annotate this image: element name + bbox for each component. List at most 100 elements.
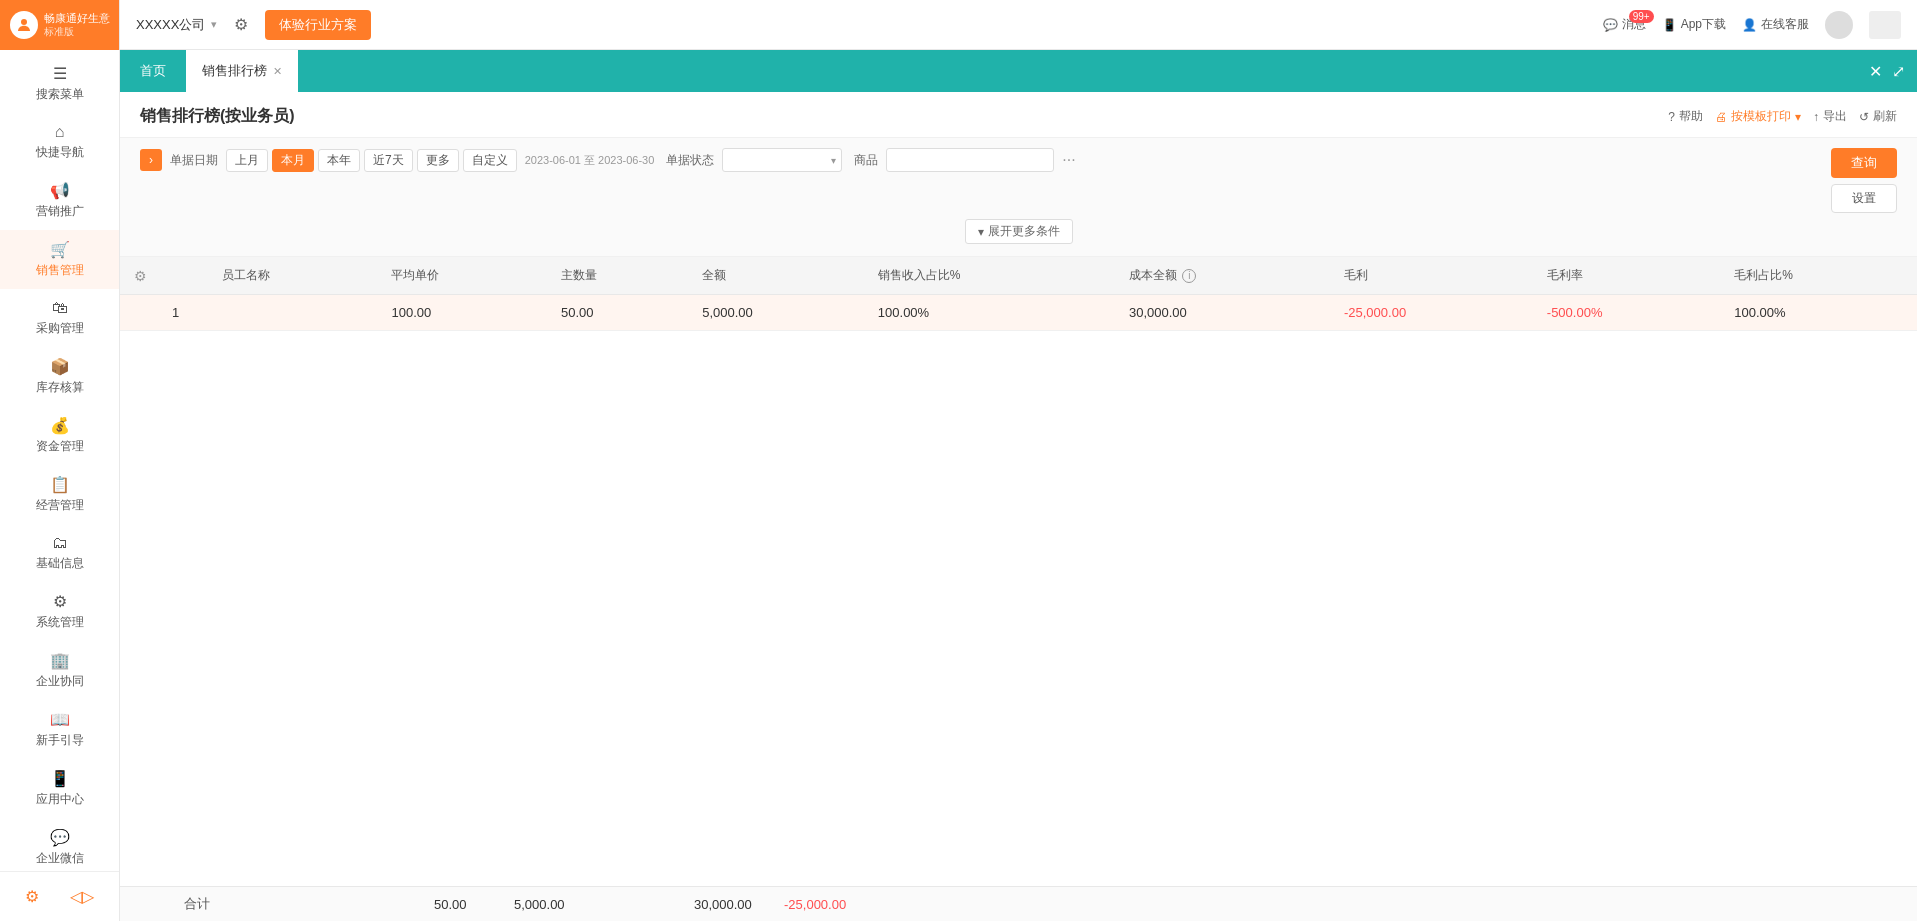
date-range-display: 2023-06-01 至 2023-06-30 — [525, 153, 655, 168]
sidebar-item-finance[interactable]: 💰 资金管理 — [0, 406, 119, 465]
marketing-icon: 📢 — [50, 181, 70, 200]
sidebar-item-enterprise[interactable]: 🏢 企业协同 — [0, 641, 119, 700]
maximize-icon[interactable]: ⤢ — [1892, 62, 1905, 81]
logo-name: 畅康通好生意 — [44, 11, 110, 25]
topbar-right: 💬 消息 99+ 📱 App下载 👤 在线客服 — [1603, 11, 1901, 39]
row-rank-cell: 1 — [160, 295, 210, 331]
sidebar-logo: 畅康通好生意 标准版 — [0, 0, 119, 50]
help-label: 帮助 — [1679, 108, 1703, 125]
purchase-icon: 🛍 — [52, 299, 68, 317]
operations-icon: 📋 — [50, 475, 70, 494]
sidebar-item-app-center[interactable]: 📱 应用中心 — [0, 759, 119, 818]
refresh-label: 刷新 — [1873, 108, 1897, 125]
online-support-label: 在线客服 — [1761, 16, 1809, 33]
sidebar-item-sales[interactable]: 🛒 销售管理 — [0, 230, 119, 289]
download-icon: 📱 — [1662, 18, 1677, 32]
col-avg-price: 平均单价 — [379, 257, 548, 295]
page-header: 销售排行榜(按业务员) ? 帮助 🖨 按模板打印 ▾ ↑ 导出 ↺ 刷新 — [120, 92, 1917, 138]
filter-expand-row: ▾ 展开更多条件 — [140, 213, 1897, 246]
app-center-icon: 📱 — [50, 769, 70, 788]
expand-more-btn[interactable]: ▾ 展开更多条件 — [965, 219, 1073, 244]
sidebar-label-basic: 基础信息 — [36, 555, 84, 572]
settings-button[interactable]: 设置 — [1831, 184, 1897, 213]
sidebar-item-inventory[interactable]: 📦 库存核算 — [0, 347, 119, 406]
table-footer: 合计 50.00 5,000.00 30,000.00 -25,000.00 — [120, 886, 1917, 921]
help-btn[interactable]: ? 帮助 — [1668, 108, 1703, 125]
cost-info-icon[interactable]: i — [1182, 269, 1196, 283]
tab-sales-ranking-label: 销售排行榜 — [202, 62, 267, 80]
sidebar-item-quick-nav[interactable]: ⌂ 快捷导航 — [0, 113, 119, 171]
sidebar-label-search: 搜索菜单 — [36, 86, 84, 103]
row-cost-cell: 30,000.00 — [1117, 295, 1332, 331]
collapse-icon[interactable]: ◁▷ — [70, 887, 94, 906]
sidebar-item-wechat[interactable]: 💬 企业微信 — [0, 818, 119, 871]
tab-close-icon[interactable]: ✕ — [273, 65, 282, 78]
date-btn-more[interactable]: 更多 — [417, 149, 459, 172]
home-icon: ⌂ — [55, 123, 65, 141]
row-amount-cell: 5,000.00 — [690, 295, 866, 331]
footer-amount-cell: 5,000.00 — [502, 897, 592, 912]
tab-home[interactable]: 首页 — [120, 50, 186, 92]
export-icon: ↑ — [1813, 110, 1819, 124]
message-icon: 💬 — [1603, 18, 1618, 32]
company-selector[interactable]: XXXXX公司 ▾ — [136, 16, 217, 34]
table-area: ⚙ 员工名称 平均单价 主数量 全额 — [120, 257, 1917, 886]
settings-bottom-icon[interactable]: ⚙ — [25, 887, 39, 906]
date-btn-last-month[interactable]: 上月 — [226, 149, 268, 172]
date-btn-this-year[interactable]: 本年 — [318, 149, 360, 172]
topbar: XXXXX公司 ▾ ⚙ 体验行业方案 💬 消息 99+ 📱 App下载 👤 在线… — [120, 0, 1917, 50]
topbar-settings-icon[interactable]: ⚙ — [227, 11, 255, 39]
col-main-qty: 主数量 — [549, 257, 690, 295]
table-settings-icon[interactable]: ⚙ — [134, 268, 147, 284]
inventory-icon: 📦 — [50, 357, 70, 376]
sidebar-label-inventory: 库存核算 — [36, 379, 84, 396]
trial-button[interactable]: 体验行业方案 — [265, 10, 371, 40]
sidebar-label-enterprise: 企业协同 — [36, 673, 84, 690]
query-button[interactable]: 查询 — [1831, 148, 1897, 178]
sidebar-label-wechat: 企业微信 — [36, 850, 84, 867]
sidebar-label-sales: 销售管理 — [36, 262, 84, 279]
goods-filter-label: 商品 — [854, 152, 878, 169]
message-btn[interactable]: 💬 消息 99+ — [1603, 16, 1646, 33]
sidebar-item-search[interactable]: ☰ 搜索菜单 — [0, 54, 119, 113]
template-print-btn[interactable]: 🖨 按模板打印 ▾ — [1715, 108, 1801, 125]
col-gross: 毛利 — [1332, 257, 1535, 295]
row-gross-cell: -25,000.00 — [1332, 295, 1535, 331]
col-sales-pct: 销售收入占比% — [866, 257, 1117, 295]
sidebar-item-system[interactable]: ⚙ 系统管理 — [0, 582, 119, 641]
table-row: 1 100.00 50.00 5,000.00 100.00% 30,000.0… — [120, 295, 1917, 331]
col-name: 员工名称 — [210, 257, 379, 295]
filter-collapse-btn[interactable]: › — [140, 149, 162, 171]
page-title: 销售排行榜(按业务员) — [140, 106, 295, 127]
app-download-btn[interactable]: 📱 App下载 — [1662, 16, 1726, 33]
sidebar-item-operations[interactable]: 📋 经营管理 — [0, 465, 119, 524]
sidebar-item-purchase[interactable]: 🛍 采购管理 — [0, 289, 119, 347]
online-support-btn[interactable]: 👤 在线客服 — [1742, 16, 1809, 33]
footer-cost-cell: 30,000.00 — [682, 897, 772, 912]
row-main-qty-cell: 50.00 — [549, 295, 690, 331]
sidebar-label-system: 系统管理 — [36, 614, 84, 631]
export-btn[interactable]: ↑ 导出 — [1813, 108, 1847, 125]
goods-input[interactable] — [886, 148, 1054, 172]
date-btn-this-month[interactable]: 本月 — [272, 149, 314, 172]
refresh-icon: ↺ — [1859, 110, 1869, 124]
user-name-area[interactable] — [1869, 11, 1901, 39]
table-body: 1 100.00 50.00 5,000.00 100.00% 30,000.0… — [120, 295, 1917, 331]
footer-main-qty-cell: 50.00 — [422, 897, 502, 912]
sidebar-label-quick-nav: 快捷导航 — [36, 144, 84, 161]
status-select[interactable] — [722, 148, 842, 172]
close-window-icon[interactable]: ✕ — [1869, 62, 1882, 81]
date-btn-custom[interactable]: 自定义 — [463, 149, 517, 172]
rankings-table: ⚙ 员工名称 平均单价 主数量 全额 — [120, 257, 1917, 331]
sidebar-item-marketing[interactable]: 📢 营销推广 — [0, 171, 119, 230]
user-avatar[interactable] — [1825, 11, 1853, 39]
sidebar-item-guide[interactable]: 📖 新手引导 — [0, 700, 119, 759]
sidebar-item-basic[interactable]: 🗂 基础信息 — [0, 524, 119, 582]
table-header: ⚙ 员工名称 平均单价 主数量 全额 — [120, 257, 1917, 295]
refresh-btn[interactable]: ↺ 刷新 — [1859, 108, 1897, 125]
sidebar-label-operations: 经营管理 — [36, 497, 84, 514]
date-btn-7days[interactable]: 近7天 — [364, 149, 413, 172]
goods-more-icon[interactable]: ··· — [1062, 151, 1075, 169]
help-icon: ? — [1668, 110, 1675, 124]
tab-sales-ranking[interactable]: 销售排行榜 ✕ — [186, 50, 298, 92]
